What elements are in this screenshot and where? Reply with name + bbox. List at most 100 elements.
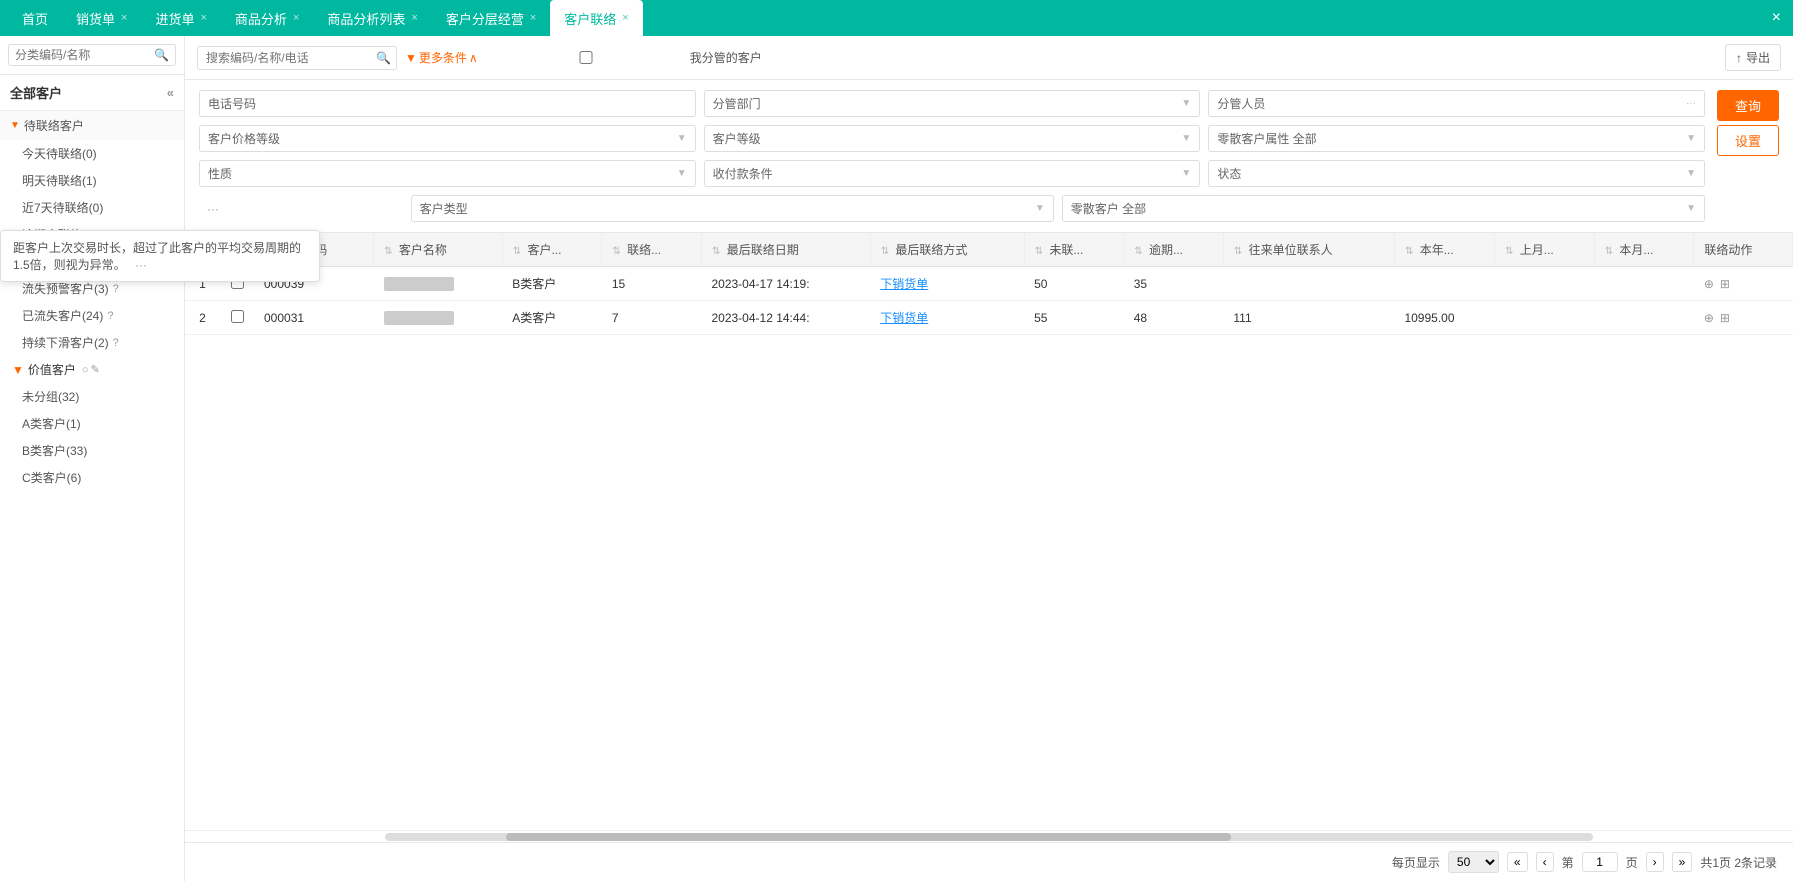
scrollbar-thumb[interactable] [506, 833, 1231, 841]
row1-actions: ⊕ ⊞ [1694, 267, 1793, 301]
nature-filter[interactable]: 性质 ▼ [199, 160, 696, 187]
nav-goods-analysis[interactable]: 商品分析 × [221, 0, 313, 36]
adv-filter-content: 电话号码 分管部门 ▼ 分管人员 ··· [199, 90, 1779, 222]
row1-last-month [1495, 267, 1595, 301]
close-goods-list-tab[interactable]: × [411, 12, 417, 24]
filter-row-4: ··· 客户类型 ▼ 零散客户 全部 ▼ [199, 195, 1705, 222]
value-group-edit-icon[interactable]: ○ [82, 364, 89, 376]
sort-icon-last-method[interactable]: ⇅ [881, 246, 889, 257]
status-filter[interactable]: 状态 ▼ [1208, 160, 1705, 187]
row1-last-method[interactable]: 下销货单 [870, 267, 1024, 301]
sort-icon-uncontacted[interactable]: ⇅ [1035, 246, 1043, 257]
filter-settings-button[interactable]: 设置 [1717, 125, 1779, 156]
retail-customer-filter[interactable]: 零散客户 全部 ▼ [1062, 195, 1705, 222]
sidebar-item-churned[interactable]: 已流失客户(24) ? [0, 302, 184, 329]
declining-label: 持续下滑客户(2) [22, 334, 109, 351]
dept-label: 分管部门 [713, 95, 761, 112]
sidebar-item-7days[interactable]: 近7天待联络(0) [0, 194, 184, 221]
sort-icon-this-month[interactable]: ⇅ [1605, 246, 1613, 257]
customer-search-icon[interactable]: 🔍 [376, 51, 391, 65]
price-tier-dropdown-icon: ▼ [677, 133, 687, 144]
price-tier-filter[interactable]: 客户价格等级 ▼ [199, 125, 696, 152]
row2-action-icons: ⊕ ⊞ [1704, 311, 1783, 325]
next-page-button[interactable]: › [1646, 852, 1664, 872]
dept-filter[interactable]: 分管部门 ▼ [704, 90, 1201, 117]
churn-warning-info-icon[interactable]: ? [113, 283, 119, 295]
sidebar-item-class-c[interactable]: C类客户(6) [0, 464, 184, 491]
row1-action-icon-1[interactable]: ⊕ [1704, 277, 1714, 291]
declining-info-icon[interactable]: ? [113, 337, 119, 349]
customer-search-input[interactable] [197, 46, 397, 70]
table-row: 2 000031 A类客户 [185, 301, 1793, 335]
sort-icon-this-year[interactable]: ⇅ [1405, 246, 1413, 257]
sidebar-item-tomorrow[interactable]: 明天待联络(1) [0, 167, 184, 194]
sidebar-item-ungrouped[interactable]: 未分组(32) [0, 383, 184, 410]
retail-attr-filter[interactable]: 零散客户属性 全部 ▼ [1208, 125, 1705, 152]
export-button[interactable]: ↑ 导出 [1725, 44, 1781, 71]
nav-customer-contact[interactable]: 客户联络 × [550, 0, 642, 36]
horizontal-scrollbar[interactable] [185, 830, 1793, 842]
sort-icon-name[interactable]: ⇅ [384, 246, 392, 257]
person-more-icon: ··· [1686, 98, 1696, 109]
row2-this-year: 10995.00 [1394, 301, 1494, 335]
close-sales-tab[interactable]: × [121, 12, 127, 24]
scrollbar-track[interactable] [385, 833, 1593, 841]
close-goods-tab[interactable]: × [293, 12, 299, 24]
row2-action-icon-2[interactable]: ⊞ [1720, 311, 1730, 325]
sort-icon-last-month[interactable]: ⇅ [1505, 246, 1513, 257]
sidebar-collapse-button[interactable]: « [167, 85, 174, 100]
nav-customer-tier[interactable]: 客户分层经营 × [432, 0, 550, 36]
category-search-input[interactable] [8, 44, 176, 66]
value-group-label: 价值客户 [28, 361, 76, 378]
payment-dropdown-icon: ▼ [1181, 168, 1191, 179]
row1-this-year [1394, 267, 1494, 301]
sidebar-item-class-a[interactable]: A类客户(1) [0, 410, 184, 437]
sort-icon-contact[interactable]: ⇅ [612, 246, 620, 257]
query-button[interactable]: 查询 [1717, 90, 1779, 121]
value-group-settings-icon[interactable]: ✎ [91, 363, 100, 376]
sort-icon-overdue[interactable]: ⇅ [1134, 246, 1142, 257]
sort-icon-unit-contacts[interactable]: ⇅ [1234, 246, 1242, 257]
customer-tier-filter[interactable]: 客户等级 ▼ [704, 125, 1201, 152]
first-page-button[interactable]: « [1507, 852, 1528, 872]
row2-checkbox[interactable] [231, 310, 244, 323]
per-page-select[interactable]: 50 20 100 [1448, 851, 1499, 873]
sort-icon-last-date[interactable]: ⇅ [712, 246, 720, 257]
close-customer-contact-tab[interactable]: × [622, 12, 628, 24]
more-dots-filter[interactable]: ··· [199, 198, 403, 220]
phone-filter[interactable]: 电话号码 [199, 90, 696, 117]
close-customer-tier-tab[interactable]: × [530, 12, 536, 24]
tooltip-dots[interactable]: ··· [135, 258, 147, 272]
page-number-input[interactable] [1582, 852, 1618, 872]
more-conditions-button[interactable]: ▼ 更多条件 ∧ [405, 49, 478, 66]
nav-goods-list[interactable]: 商品分析列表 × [313, 0, 431, 36]
row1-action-icon-2[interactable]: ⊞ [1720, 277, 1730, 291]
sidebar-content: 全部客户 « ▼ 待联络客户 今天待联络(0) 明天待联络(1) 近7天待联络(… [0, 75, 184, 881]
close-purchase-tab[interactable]: × [200, 12, 206, 24]
customer-type-filter[interactable]: 客户类型 ▼ [411, 195, 1054, 222]
nav-sales[interactable]: 销货单 × [62, 0, 141, 36]
col-unit-contacts-label: 往来单位联系人 [1249, 243, 1333, 257]
row1-overdue: 35 [1124, 267, 1224, 301]
value-customer-group-title[interactable]: ▼ 价值客户 ○ ✎ [0, 356, 184, 383]
nav-home[interactable]: 首页 [8, 0, 62, 36]
sidebar-item-declining[interactable]: 持续下滑客户(2) ? [0, 329, 184, 356]
pending-contact-title[interactable]: ▼ 待联络客户 [0, 111, 184, 140]
row1-name [374, 267, 503, 301]
sort-icon-type[interactable]: ⇅ [513, 246, 521, 257]
payment-filter[interactable]: 收付款条件 ▼ [704, 160, 1201, 187]
nav-purchase[interactable]: 进货单 × [141, 0, 220, 36]
prev-page-button[interactable]: ‹ [1536, 852, 1554, 872]
sidebar-item-today[interactable]: 今天待联络(0) [0, 140, 184, 167]
my-customers-checkbox[interactable] [486, 51, 686, 64]
window-close-button[interactable]: × [1772, 9, 1781, 27]
last-page-button[interactable]: » [1672, 852, 1693, 872]
churned-info-icon[interactable]: ? [107, 310, 113, 322]
churned-label: 已流失客户(24) [22, 307, 103, 324]
action-buttons-area: 查询 设置 [1717, 90, 1779, 222]
row2-last-method[interactable]: 下销货单 [870, 301, 1024, 335]
row2-checkbox-cell [220, 301, 254, 335]
sidebar-item-class-b[interactable]: B类客户(33) [0, 437, 184, 464]
person-filter[interactable]: 分管人员 ··· [1208, 90, 1705, 117]
row2-action-icon-1[interactable]: ⊕ [1704, 311, 1714, 325]
